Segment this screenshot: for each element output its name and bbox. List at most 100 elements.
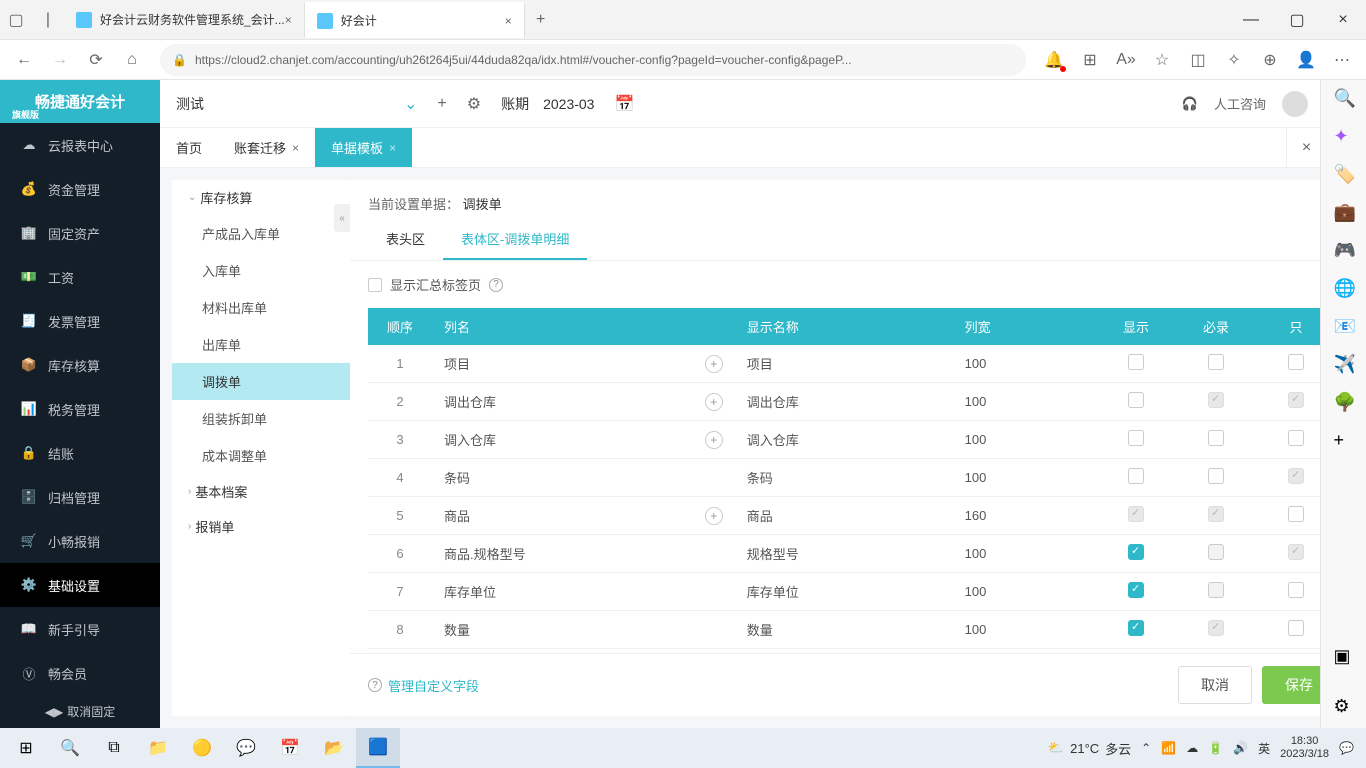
page-tab[interactable]: 单据模板× bbox=[315, 128, 412, 167]
wifi-icon[interactable]: 📶 bbox=[1161, 741, 1176, 755]
dispname-cell[interactable]: 规格型号 bbox=[735, 535, 953, 573]
width-cell[interactable]: 100 bbox=[953, 573, 1096, 611]
subnav-item[interactable]: 出库单 bbox=[172, 326, 350, 363]
close-icon[interactable]: × bbox=[292, 141, 299, 155]
show-summary-checkbox[interactable] bbox=[368, 278, 382, 292]
subnav-group-header[interactable]: ⌄库存核算 bbox=[172, 180, 350, 215]
dispname-cell[interactable]: 商品 bbox=[735, 497, 953, 535]
checkbox[interactable] bbox=[1288, 620, 1304, 636]
collapse-subnav-button[interactable]: « bbox=[334, 204, 350, 232]
add-icon[interactable]: + bbox=[437, 95, 446, 113]
collapse-panel-icon[interactable]: ▣ bbox=[1334, 646, 1354, 666]
sidebar-item-archive[interactable]: 🗄️归档管理 bbox=[0, 475, 160, 519]
width-cell[interactable]: 100 bbox=[953, 649, 1096, 654]
toolbox-icon[interactable]: 💼 bbox=[1334, 202, 1354, 222]
favorite-icon[interactable]: ☆ bbox=[1146, 44, 1178, 76]
maximize-button[interactable]: ▢ bbox=[1274, 0, 1320, 40]
width-cell[interactable]: 160 bbox=[953, 497, 1096, 535]
sidebar-item-salary[interactable]: 💵工资 bbox=[0, 255, 160, 299]
search-icon[interactable]: 🔍 bbox=[1334, 88, 1354, 108]
edge-logo-icon[interactable]: 🌐 bbox=[1334, 278, 1354, 298]
cloud-icon[interactable]: ☁ bbox=[1186, 741, 1198, 755]
page-tab[interactable]: 账套迁移× bbox=[218, 128, 315, 167]
checkbox[interactable] bbox=[1128, 430, 1144, 446]
battery-icon[interactable]: 🔋 bbox=[1208, 741, 1223, 755]
refresh-button[interactable]: ⟳ bbox=[80, 44, 112, 76]
checkbox[interactable] bbox=[1288, 582, 1304, 598]
menu-icon[interactable]: ⋯ bbox=[1326, 44, 1358, 76]
start-button[interactable]: ⊞ bbox=[4, 728, 48, 768]
browser-tab-2[interactable]: 好会计 × bbox=[305, 2, 525, 38]
ime-indicator[interactable]: 英 bbox=[1258, 740, 1270, 757]
checkbox[interactable] bbox=[1128, 544, 1144, 560]
width-cell[interactable]: 100 bbox=[953, 383, 1096, 421]
close-icon[interactable]: × bbox=[285, 13, 292, 27]
sidebar-item-tax[interactable]: 📊税务管理 bbox=[0, 387, 160, 431]
wechat-app-icon[interactable]: 💬 bbox=[224, 728, 268, 768]
sidebar-item-close[interactable]: 🔒结账 bbox=[0, 431, 160, 475]
close-icon[interactable]: × bbox=[389, 141, 396, 155]
home-button[interactable]: ⌂ bbox=[116, 44, 148, 76]
sidebar-item-inventory[interactable]: 📦库存核算 bbox=[0, 343, 160, 387]
dispname-cell[interactable]: 调出仓库 bbox=[735, 383, 953, 421]
split-icon[interactable]: ◫ bbox=[1182, 44, 1214, 76]
folder-app-icon[interactable]: 📂 bbox=[312, 728, 356, 768]
checkbox[interactable] bbox=[1128, 392, 1144, 408]
dispname-cell[interactable]: 条码 bbox=[735, 459, 953, 497]
notifications-icon[interactable]: 💬 bbox=[1339, 741, 1354, 755]
checkbox[interactable] bbox=[1208, 354, 1224, 370]
add-column-button[interactable]: + bbox=[705, 393, 723, 411]
consult-link[interactable]: 人工咨询 bbox=[1214, 94, 1266, 113]
cancel-button[interactable]: 取消 bbox=[1178, 666, 1252, 704]
weather-widget[interactable]: ⛅ 21°C 多云 bbox=[1048, 739, 1131, 758]
clock[interactable]: 18:30 2023/3/18 bbox=[1280, 735, 1329, 761]
dispname-cell[interactable]: 包装数量 bbox=[735, 649, 953, 654]
subnav-item[interactable]: 调拨单 bbox=[172, 363, 350, 400]
help-icon[interactable]: ? bbox=[489, 278, 503, 292]
add-tool-icon[interactable]: + bbox=[1334, 430, 1354, 450]
add-column-button[interactable]: + bbox=[705, 431, 723, 449]
sidebar-item-reimburse[interactable]: 🛒小畅报销 bbox=[0, 519, 160, 563]
sidebar-item-assets[interactable]: 🏢固定资产 bbox=[0, 211, 160, 255]
url-bar[interactable]: 🔒 https://cloud2.chanjet.com/accounting/… bbox=[160, 44, 1026, 76]
tree-icon[interactable]: 🌳 bbox=[1334, 392, 1354, 412]
subnav-item[interactable]: 材料出库单 bbox=[172, 289, 350, 326]
subnav-group-header[interactable]: ›基本档案 bbox=[172, 474, 350, 509]
subnav-item[interactable]: 入库单 bbox=[172, 252, 350, 289]
sidebar-item-reports[interactable]: ☁云报表中心 bbox=[0, 123, 160, 167]
dispname-cell[interactable]: 项目 bbox=[735, 345, 953, 383]
period-value[interactable]: 2023-03 bbox=[543, 96, 594, 112]
width-cell[interactable]: 100 bbox=[953, 459, 1096, 497]
checkbox[interactable] bbox=[1128, 582, 1144, 598]
sidebar-item-guide[interactable]: 📖新手引导 bbox=[0, 607, 160, 651]
sidebar-item-settings[interactable]: ⚙️基础设置 bbox=[0, 563, 160, 607]
task-view-button[interactable]: ⧉ bbox=[92, 728, 136, 768]
chrome-app-icon[interactable]: 🟡 bbox=[180, 728, 224, 768]
checkbox[interactable] bbox=[1288, 430, 1304, 446]
edge-app-icon[interactable]: 🟦 bbox=[356, 728, 400, 768]
send-icon[interactable]: ✈️ bbox=[1334, 354, 1354, 374]
width-cell[interactable]: 100 bbox=[953, 345, 1096, 383]
add-column-button[interactable]: + bbox=[705, 507, 723, 525]
chevron-up-icon[interactable]: ⌃ bbox=[1141, 741, 1151, 755]
dispname-cell[interactable]: 库存单位 bbox=[735, 573, 953, 611]
minimize-button[interactable]: — bbox=[1228, 0, 1274, 40]
subnav-item[interactable]: 产成品入库单 bbox=[172, 215, 350, 252]
collections-icon[interactable]: ✧ bbox=[1218, 44, 1250, 76]
subtab-body[interactable]: 表体区-调拨单明细 bbox=[443, 219, 587, 260]
subnav-item[interactable]: 成本调整单 bbox=[172, 437, 350, 474]
subnav-group-header[interactable]: ›报销单 bbox=[172, 509, 350, 544]
sidebar-item-funds[interactable]: 💰资金管理 bbox=[0, 167, 160, 211]
checkbox[interactable] bbox=[1288, 354, 1304, 370]
shopping-icon[interactable]: 🏷️ bbox=[1334, 164, 1354, 184]
collections2-icon[interactable]: ⊕ bbox=[1254, 44, 1286, 76]
avatar[interactable] bbox=[1282, 91, 1308, 117]
custom-fields-link[interactable]: ? 管理自定义字段 bbox=[368, 676, 479, 695]
extensions-icon[interactable]: ⊞ bbox=[1074, 44, 1106, 76]
browser-tab-1[interactable]: 好会计云财务软件管理系统_会计... × bbox=[64, 2, 305, 38]
games-icon[interactable]: 🎮 bbox=[1334, 240, 1354, 260]
tab-actions-icon[interactable]: ▢ bbox=[0, 4, 32, 36]
close-window-button[interactable]: × bbox=[1320, 0, 1366, 40]
close-icon[interactable]: × bbox=[505, 14, 512, 28]
notification-icon[interactable]: 🔔 bbox=[1038, 44, 1070, 76]
